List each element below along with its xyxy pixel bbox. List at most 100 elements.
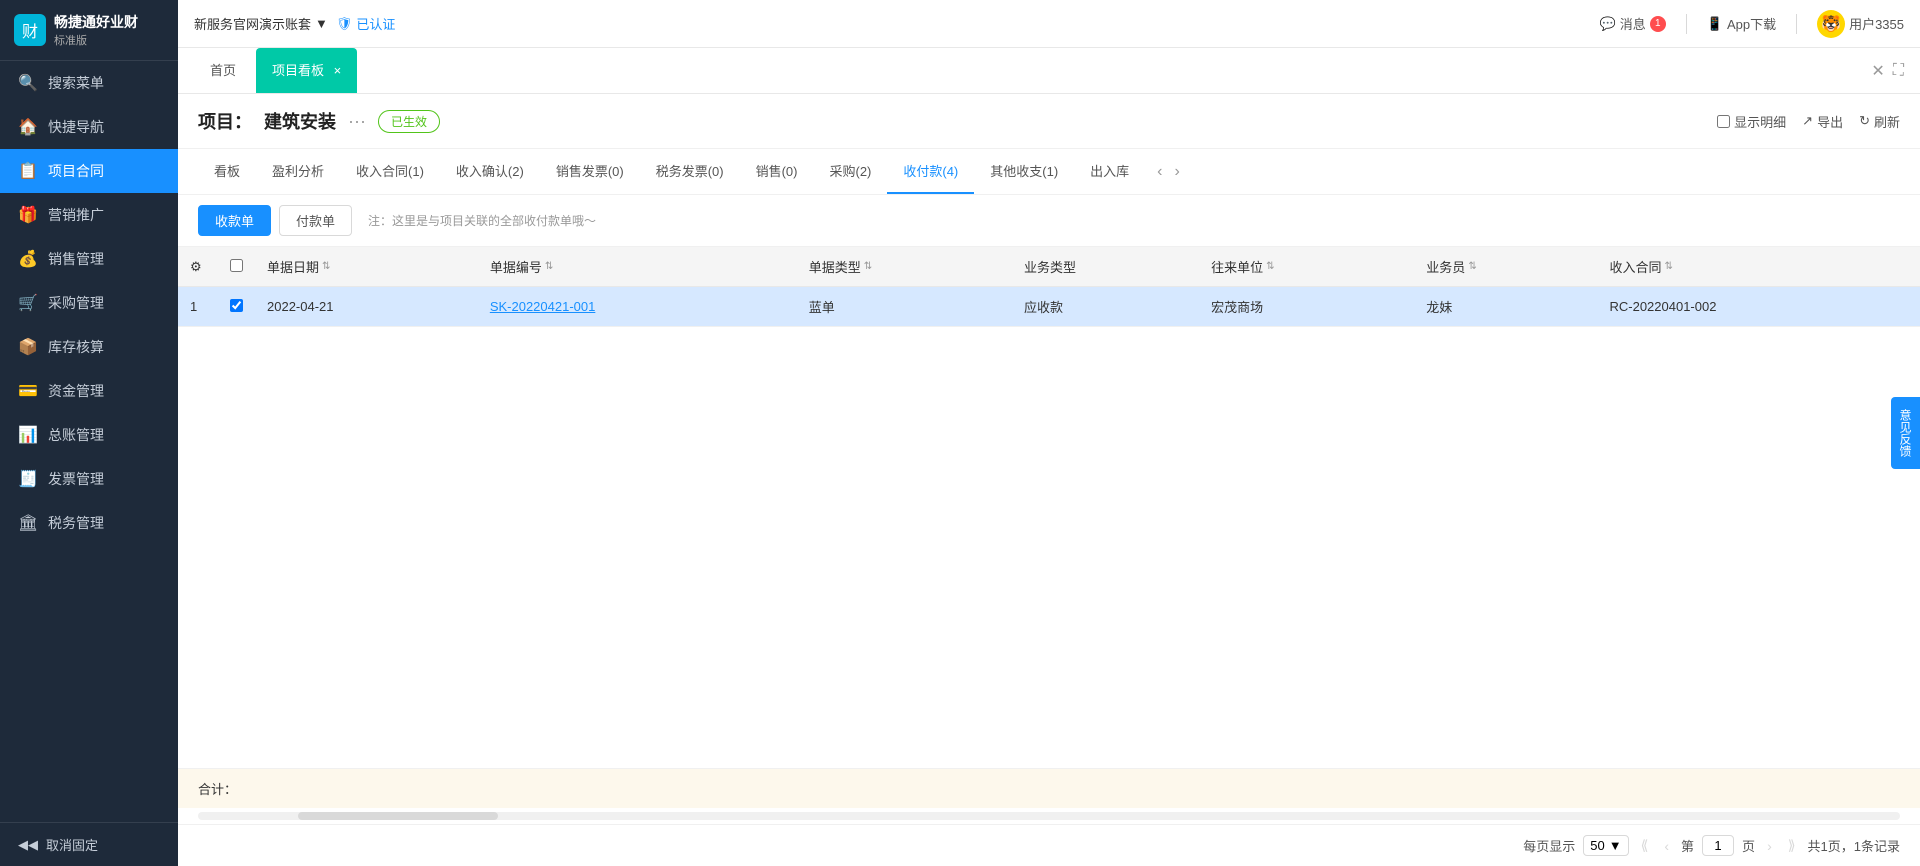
payments-toggle[interactable]: 付款单 (279, 205, 352, 236)
nav-icon-9: 🧾 (18, 469, 38, 489)
sort-type[interactable]: 单据类型 ⇅ (809, 257, 872, 276)
content-area: 首页 项目看板 × ✕ ⛶ 项目： 建筑安装 ··· 已生效 显示明细 (178, 48, 1920, 866)
subtab-7[interactable]: 采购(2) (813, 149, 887, 194)
topbar-left: 新服务官网演示账套 ▼ 🛡 已认证 (194, 14, 395, 33)
message-icon: 💬 (1600, 16, 1616, 32)
sort-date[interactable]: 单据日期 ⇅ (267, 257, 330, 276)
subtab-3[interactable]: 收入确认(2) (440, 149, 540, 194)
cell-checkbox[interactable] (218, 287, 255, 327)
close-window-icon[interactable]: ✕ (1871, 61, 1884, 81)
unpin-button[interactable]: ◀◀ 取消固定 (0, 822, 178, 866)
sidebar-item-7[interactable]: 💳 资金管理 (0, 369, 178, 413)
nav-icon-3: 🎁 (18, 205, 38, 225)
th-checkbox (218, 247, 255, 287)
sidebar-item-10[interactable]: 🏛 税务管理 (0, 501, 178, 545)
subtab-next-icon[interactable]: › (1171, 161, 1184, 183)
sidebar-item-9[interactable]: 🧾 发票管理 (0, 457, 178, 501)
sidebar-item-1[interactable]: 🏠 快捷导航 (0, 105, 178, 149)
export-label: 导出 (1817, 112, 1843, 131)
subtab-9[interactable]: 其他收支(1) (974, 149, 1074, 194)
maximize-window-icon[interactable]: ⛶ (1893, 62, 1904, 80)
nav-label-5: 采购管理 (48, 293, 104, 313)
th-type: 单据类型 ⇅ (797, 247, 1012, 287)
project-label: 项目： (198, 108, 252, 134)
nav-icon-2: 📋 (18, 161, 38, 181)
project-header: 项目： 建筑安装 ··· 已生效 显示明细 ↗ 导出 ↻ 刷新 (178, 94, 1920, 149)
sidebar-item-5[interactable]: 🛒 采购管理 (0, 281, 178, 325)
subtab-6[interactable]: 销售(0) (740, 149, 814, 194)
message-button[interactable]: 💬 消息 1 (1600, 14, 1666, 33)
subtab-prev-icon[interactable]: ‹ (1153, 161, 1166, 183)
subtab-1[interactable]: 盈利分析 (256, 149, 340, 194)
last-page-button[interactable]: ⟫ (1784, 835, 1800, 856)
table-row: 1 2022-04-21 SK-20220421-001 蓝单 应收款 宏茂商场… (178, 287, 1920, 327)
sidebar: 财 畅捷通好业财 标准版 🔍 搜索菜单🏠 快捷导航📋 项目合同🎁 营销推广💰 销… (0, 0, 178, 866)
subtab-8[interactable]: 收付款(4) (887, 149, 974, 194)
sidebar-item-3[interactable]: 🎁 营销推广 (0, 193, 178, 237)
sort-salesman[interactable]: 业务员 ⇅ (1426, 257, 1476, 276)
project-more-icon[interactable]: ··· (348, 111, 366, 132)
tab-window-actions: ✕ ⛶ (1871, 61, 1904, 81)
sort-contract[interactable]: 收入合同 ⇅ (1609, 257, 1672, 276)
user-label: 用户3355 (1849, 14, 1904, 33)
receipts-table: ⚙ 单据日期 ⇅ 单据编号 (178, 247, 1920, 327)
scrollbar-thumb[interactable] (298, 812, 498, 820)
project-actions: 显示明细 ↗ 导出 ↻ 刷新 (1717, 112, 1900, 131)
receipt-link-0[interactable]: SK-20220421-001 (490, 299, 596, 314)
message-badge: 1 (1650, 16, 1666, 32)
tab-home-label: 首页 (210, 63, 236, 78)
nav-icon-1: 🏠 (18, 117, 38, 137)
refresh-button[interactable]: ↻ 刷新 (1859, 112, 1900, 131)
app-download-button[interactable]: 📱 App下载 (1707, 14, 1776, 33)
user-menu[interactable]: 🐯 用户3355 (1817, 10, 1904, 38)
scrollbar-track[interactable] (198, 812, 1900, 820)
gear-icon[interactable]: ⚙ (190, 259, 202, 274)
account-selector[interactable]: 新服务官网演示账套 ▼ (194, 14, 328, 33)
tab-close-icon[interactable]: × (334, 63, 342, 78)
tab-project-board-label: 项目看板 (272, 63, 324, 78)
app-name-block: 畅捷通好业财 标准版 (54, 12, 138, 48)
subtab-4[interactable]: 销售发票(0) (540, 149, 640, 194)
receipts-toggle[interactable]: 收款单 (198, 205, 271, 236)
table-footer: 合计： (178, 768, 1920, 808)
sort-partner[interactable]: 往来单位 ⇅ (1211, 257, 1274, 276)
divider-1 (1686, 14, 1687, 34)
cell-partner: 宏茂商场 (1199, 287, 1414, 327)
phone-icon: 📱 (1707, 16, 1723, 32)
feedback-button[interactable]: 意见反馈 (1891, 397, 1920, 469)
select-all-checkbox[interactable] (230, 259, 243, 272)
sort-number[interactable]: 单据编号 ⇅ (490, 257, 553, 276)
page-prefix-label: 第 (1681, 836, 1694, 855)
sidebar-item-8[interactable]: 📊 总账管理 (0, 413, 178, 457)
tab-home[interactable]: 首页 (194, 48, 252, 93)
show-detail-checkbox[interactable]: 显示明细 (1717, 112, 1786, 131)
sidebar-item-0[interactable]: 🔍 搜索菜单 (0, 61, 178, 105)
page-number-input[interactable] (1702, 835, 1734, 856)
th-date: 单据日期 ⇅ (255, 247, 478, 287)
prev-page-button[interactable]: ‹ (1660, 836, 1673, 856)
first-page-button[interactable]: ⟪ (1637, 835, 1653, 856)
verified-label: 已认证 (356, 14, 395, 33)
total-label: 合计： (198, 782, 237, 797)
subtab-10[interactable]: 出入库 (1074, 149, 1145, 194)
tab-project-board[interactable]: 项目看板 × (256, 48, 357, 93)
export-button[interactable]: ↗ 导出 (1802, 112, 1843, 131)
subtab-0[interactable]: 看板 (198, 149, 256, 194)
cell-number[interactable]: SK-20220421-001 (478, 287, 797, 327)
th-gear[interactable]: ⚙ (178, 247, 218, 287)
show-detail-input[interactable] (1717, 115, 1730, 128)
unpin-label: 取消固定 (46, 835, 98, 854)
sort-date-icon: ⇅ (322, 261, 330, 272)
subtab-2[interactable]: 收入合同(1) (340, 149, 440, 194)
next-page-button[interactable]: › (1763, 836, 1776, 856)
nav-label-7: 资金管理 (48, 381, 104, 401)
sidebar-item-2[interactable]: 📋 项目合同 (0, 149, 178, 193)
sidebar-item-6[interactable]: 📦 库存核算 (0, 325, 178, 369)
tabbar: 首页 项目看板 × ✕ ⛶ (178, 48, 1920, 94)
nav-label-10: 税务管理 (48, 513, 104, 533)
subtab-5[interactable]: 税务发票(0) (640, 149, 740, 194)
per-page-select[interactable]: 50 ▼ (1583, 835, 1628, 856)
nav-label-3: 营销推广 (48, 205, 104, 225)
sidebar-item-4[interactable]: 💰 销售管理 (0, 237, 178, 281)
row-checkbox-0[interactable] (230, 299, 243, 312)
